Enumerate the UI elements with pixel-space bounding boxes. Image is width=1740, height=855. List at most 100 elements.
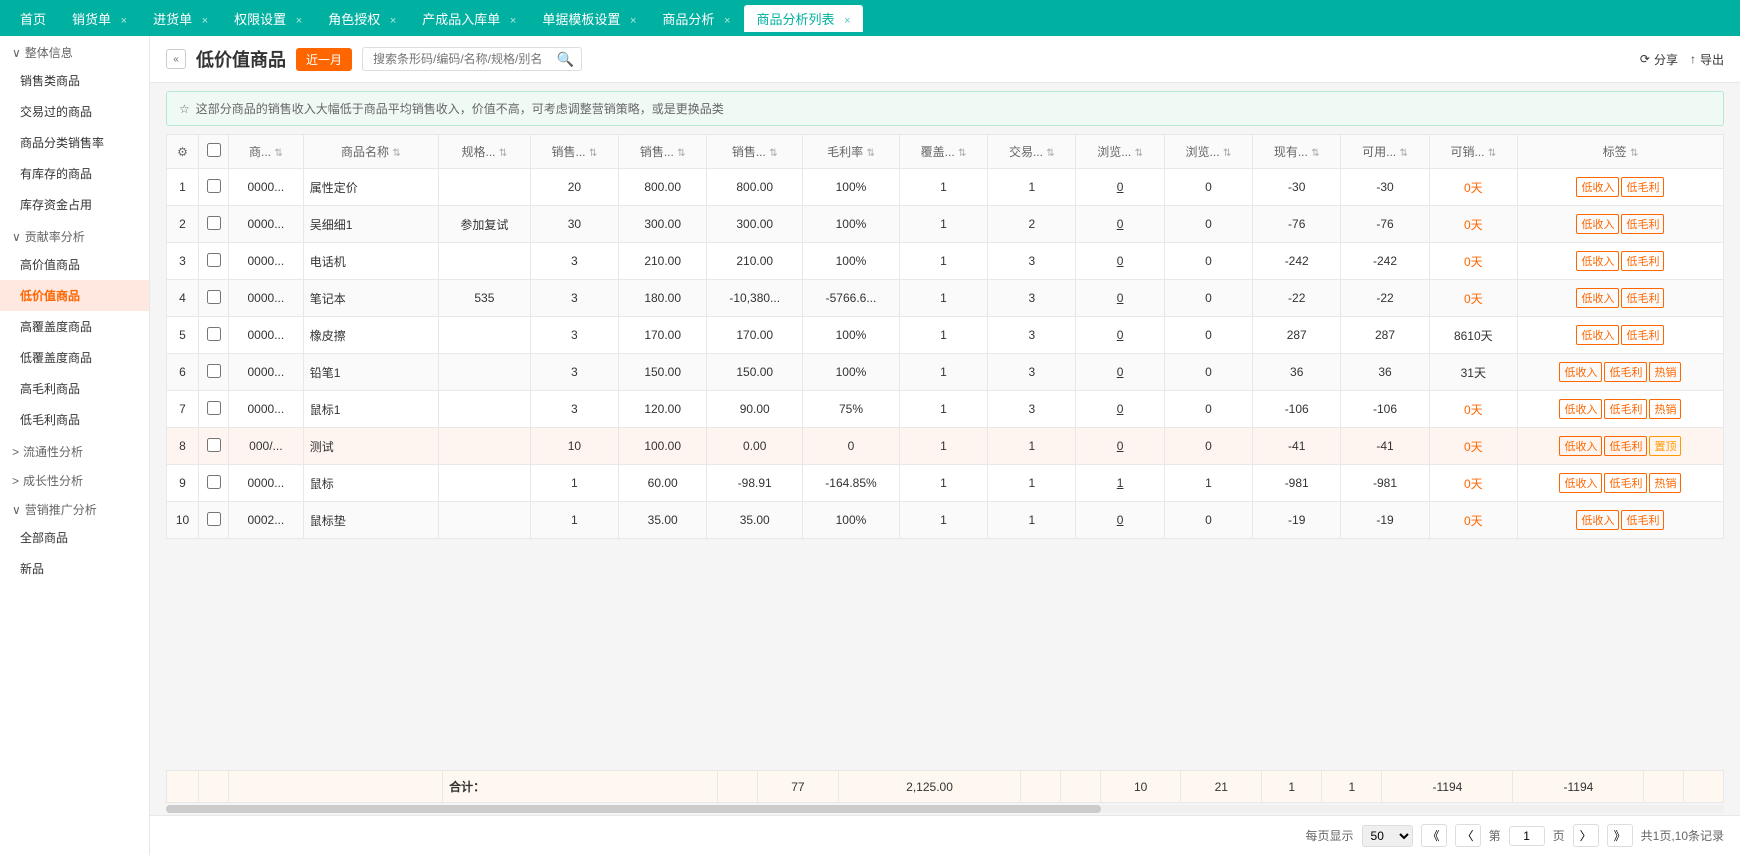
col-trade[interactable]: 交易... ⇅ [988, 135, 1076, 169]
page-number-input[interactable] [1509, 826, 1545, 846]
row-browse1[interactable]: 0 [1076, 280, 1164, 317]
sidebar-collapse-button[interactable]: « [166, 49, 186, 69]
browse-link[interactable]: 0 [1117, 328, 1124, 342]
row-checkbox[interactable] [207, 327, 221, 341]
col-sale1[interactable]: 销售... ⇅ [530, 135, 618, 169]
row-checkbox[interactable] [207, 179, 221, 193]
col-browse1[interactable]: 浏览... ⇅ [1076, 135, 1164, 169]
sidebar-group-marketing[interactable]: ∨ 营销推广分析 [0, 493, 149, 522]
sidebar-group-contribution[interactable]: ∨ 贡献率分析 [0, 220, 149, 249]
close-icon[interactable]: × [724, 15, 730, 27]
col-code[interactable]: 商... ⇅ [229, 135, 304, 169]
sidebar-item-traded-products[interactable]: 交易过的商品 [0, 96, 149, 127]
nav-product-storage[interactable]: 产成品入库单 × [410, 5, 528, 32]
next-page-button[interactable]: 〉 [1573, 824, 1599, 847]
sidebar-group-overview[interactable]: ∨ 整体信息 [0, 36, 149, 65]
sidebar-group-circulation[interactable]: > 流通性分析 [0, 435, 149, 464]
col-stock3[interactable]: 可销... ⇅ [1429, 135, 1517, 169]
close-icon[interactable]: × [121, 15, 127, 27]
last-page-button[interactable]: 》 [1607, 824, 1633, 847]
col-browse2[interactable]: 浏览... ⇅ [1164, 135, 1252, 169]
nav-role-auth[interactable]: 角色授权 × [316, 5, 408, 32]
sidebar-item-stock-funds[interactable]: 库存资金占用 [0, 189, 149, 220]
sidebar-item-new-products[interactable]: 新品 [0, 553, 149, 584]
nav-product-analysis-list[interactable]: 商品分析列表 × [744, 5, 862, 32]
browse-link[interactable]: 0 [1117, 254, 1124, 268]
close-icon[interactable]: × [390, 15, 396, 27]
sidebar-item-high-coverage[interactable]: 高覆盖度商品 [0, 311, 149, 342]
col-stock2[interactable]: 可用... ⇅ [1341, 135, 1429, 169]
row-browse1[interactable]: 0 [1076, 169, 1164, 206]
browse-link[interactable]: 0 [1117, 402, 1124, 416]
browse-link[interactable]: 0 [1117, 291, 1124, 305]
sidebar-item-stock-products[interactable]: 有库存的商品 [0, 158, 149, 189]
row-checkbox[interactable] [207, 364, 221, 378]
row-checkbox[interactable] [207, 438, 221, 452]
browse-link[interactable]: 0 [1117, 180, 1124, 194]
nav-sales-order[interactable]: 销货单 × [60, 5, 139, 32]
sidebar-item-low-coverage[interactable]: 低覆盖度商品 [0, 342, 149, 373]
search-icon[interactable]: 🔍 [557, 51, 574, 68]
nav-permission-settings[interactable]: 权限设置 × [222, 5, 314, 32]
browse-link[interactable]: 0 [1117, 513, 1124, 527]
row-browse1[interactable]: 0 [1076, 502, 1164, 539]
sidebar-item-all-products[interactable]: 全部商品 [0, 522, 149, 553]
row-checkbox[interactable] [207, 290, 221, 304]
col-settings[interactable]: ⚙ [167, 135, 199, 169]
browse-link[interactable]: 0 [1117, 439, 1124, 453]
col-name[interactable]: 商品名称 ⇅ [303, 135, 438, 169]
first-page-button[interactable]: 《 [1421, 824, 1447, 847]
nav-purchase-order[interactable]: 进货单 × [141, 5, 220, 32]
sidebar-item-category-sales-rate[interactable]: 商品分类销售率 [0, 127, 149, 158]
row-checkbox[interactable] [207, 253, 221, 267]
close-icon[interactable]: × [510, 15, 516, 27]
col-spec[interactable]: 规格... ⇅ [439, 135, 531, 169]
gear-icon[interactable]: ⚙ [177, 145, 188, 159]
search-input[interactable] [362, 47, 582, 71]
period-filter-button[interactable]: 近一月 [296, 48, 352, 71]
close-icon[interactable]: × [296, 15, 302, 27]
row-browse1[interactable]: 0 [1076, 243, 1164, 280]
scrollbar-thumb[interactable] [166, 805, 1101, 813]
close-icon[interactable]: × [202, 15, 208, 27]
sidebar-item-low-value[interactable]: 低价值商品 [0, 280, 149, 311]
col-sale2[interactable]: 销售... ⇅ [619, 135, 707, 169]
horizontal-scrollbar[interactable] [166, 805, 1724, 813]
col-cover[interactable]: 覆盖... ⇅ [899, 135, 987, 169]
row-checkbox[interactable] [207, 401, 221, 415]
sidebar-item-high-value[interactable]: 高价值商品 [0, 249, 149, 280]
col-sale3[interactable]: 销售... ⇅ [707, 135, 803, 169]
row-browse1[interactable]: 0 [1076, 317, 1164, 354]
col-stock1[interactable]: 现有... ⇅ [1253, 135, 1341, 169]
nav-home[interactable]: 首页 [8, 5, 58, 32]
row-browse1[interactable]: 0 [1076, 206, 1164, 243]
share-button[interactable]: ⟳ 分享 [1640, 51, 1678, 68]
close-icon[interactable]: × [844, 15, 850, 27]
tag-badge: 低收入 [1576, 177, 1619, 197]
row-checkbox[interactable] [207, 475, 221, 489]
row-checkbox[interactable] [207, 216, 221, 230]
row-browse1[interactable]: 0 [1076, 354, 1164, 391]
browse-link[interactable]: 1 [1117, 476, 1124, 490]
row-checkbox[interactable] [207, 512, 221, 526]
browse-link[interactable]: 0 [1117, 365, 1124, 379]
prev-page-button[interactable]: 〈 [1455, 824, 1481, 847]
row-browse1[interactable]: 1 [1076, 465, 1164, 502]
select-all-checkbox[interactable] [207, 143, 221, 157]
export-button[interactable]: ↑ 导出 [1690, 51, 1724, 68]
row-stock1: -41 [1253, 428, 1341, 465]
sidebar-item-low-margin[interactable]: 低毛利商品 [0, 404, 149, 435]
col-gross[interactable]: 毛利率 ⇅ [803, 135, 900, 169]
row-browse1[interactable]: 0 [1076, 391, 1164, 428]
col-tags[interactable]: 标签 ⇅ [1517, 135, 1723, 169]
row-browse2: 0 [1164, 243, 1252, 280]
per-page-select[interactable]: 50 100 200 [1362, 825, 1413, 847]
browse-link[interactable]: 0 [1117, 217, 1124, 231]
sidebar-group-growth[interactable]: > 成长性分析 [0, 464, 149, 493]
nav-product-analysis[interactable]: 商品分析 × [650, 5, 742, 32]
sidebar-item-sales-products[interactable]: 销售类商品 [0, 65, 149, 96]
nav-template-settings[interactable]: 单据模板设置 × [530, 5, 648, 32]
close-icon[interactable]: × [630, 15, 636, 27]
row-browse1[interactable]: 0 [1076, 428, 1164, 465]
sidebar-item-high-margin[interactable]: 高毛利商品 [0, 373, 149, 404]
